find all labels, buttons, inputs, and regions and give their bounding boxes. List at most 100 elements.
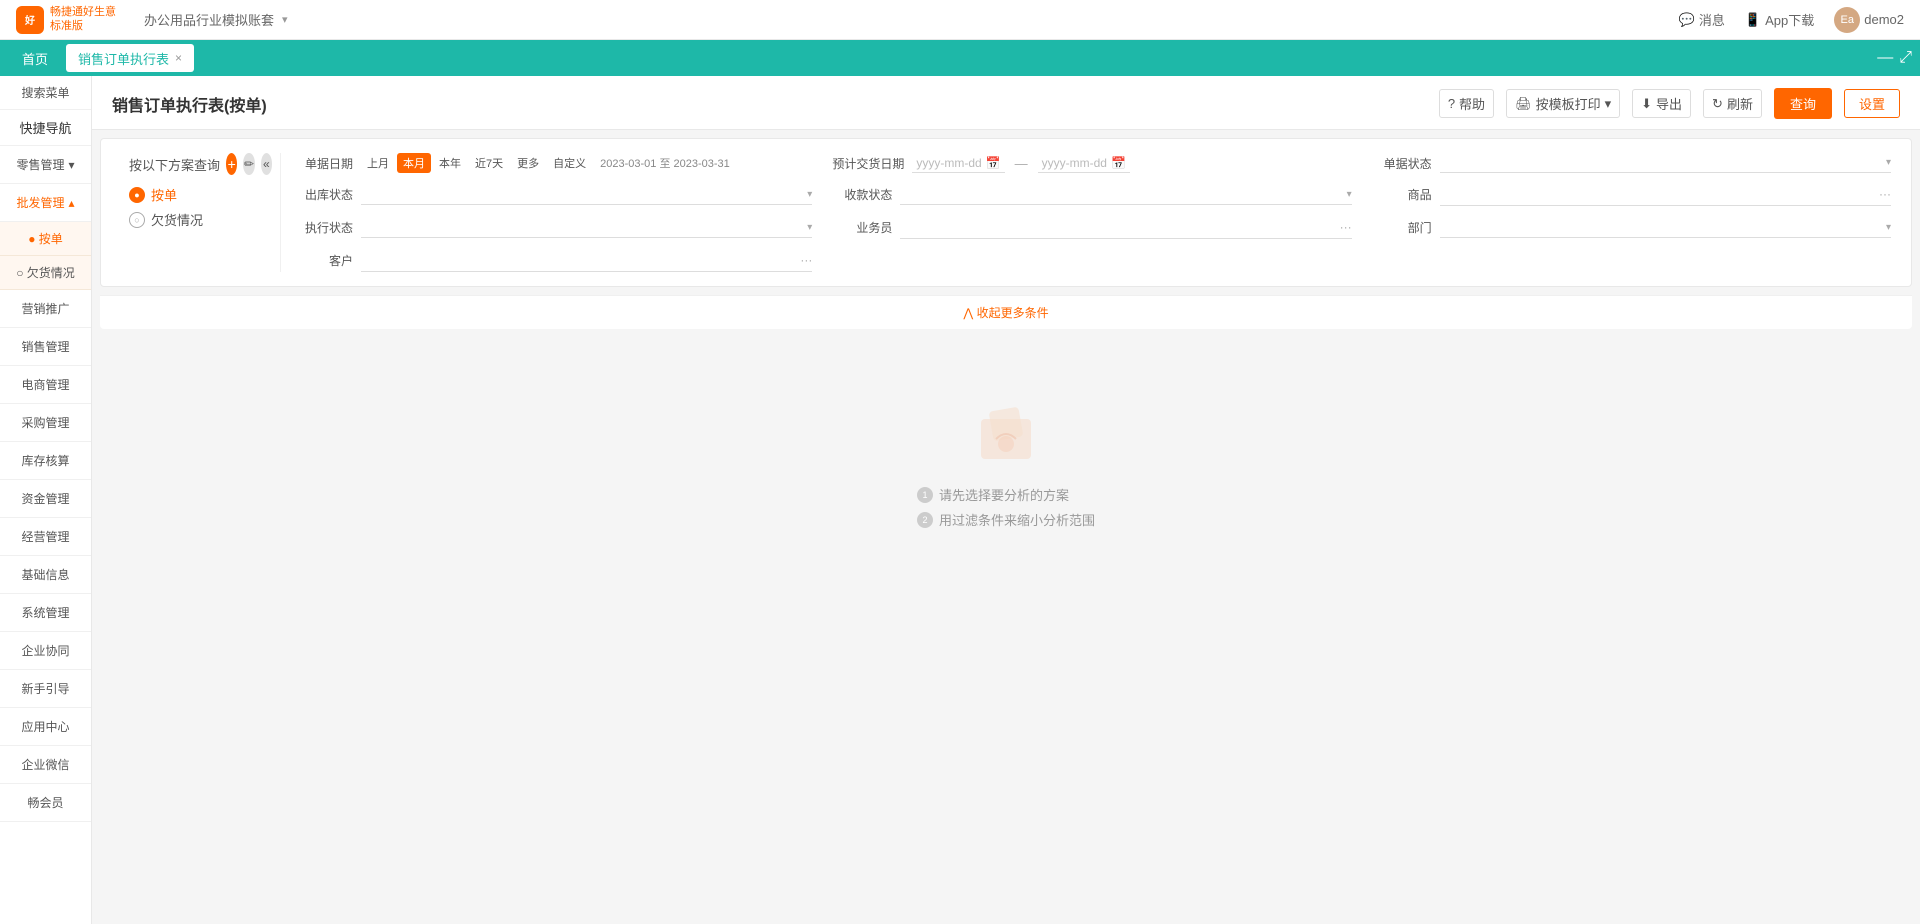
filter-dept: 部门 ▾ — [1372, 216, 1891, 239]
sidebar-item-guide[interactable]: 新手引导 — [0, 670, 91, 708]
expected-date-end-wrap[interactable]: yyyy-mm-dd 📅 — [1038, 154, 1130, 173]
refresh-icon: ↻ — [1712, 96, 1723, 112]
scheme-add-btn[interactable]: + — [226, 153, 237, 175]
settings-btn[interactable]: 设置 — [1844, 89, 1900, 118]
sidebar-item-sales[interactable]: 销售管理 — [0, 328, 91, 366]
scheme-edit-btn[interactable]: ✏ — [243, 153, 254, 175]
filter-product-select[interactable]: ··· — [1440, 183, 1891, 206]
tab-active[interactable]: 销售订单执行表 × — [66, 44, 194, 72]
sidebar-item-operation[interactable]: 经营管理 — [0, 518, 91, 556]
filter-dept-select[interactable]: ▾ — [1440, 218, 1891, 238]
sidebar-search-label[interactable]: 搜索菜单 — [21, 86, 69, 100]
filter-status: 单据状态 ▾ — [1372, 153, 1891, 173]
filter-customer-select[interactable]: ··· — [361, 249, 812, 272]
scheme-order-dot: ● — [129, 187, 145, 203]
empty-icon — [966, 389, 1046, 469]
date-tab-this-month[interactable]: 本月 — [397, 153, 431, 173]
customer-dots-icon[interactable]: ··· — [800, 253, 812, 267]
delivery-caret-icon: ▾ — [807, 189, 812, 200]
export-btn[interactable]: ⬇ 导出 — [1632, 89, 1691, 118]
tab-close-icon[interactable]: × — [175, 51, 182, 65]
topbar: 好 畅捷通好生意 标准版 办公用品行业模拟账套 ▾ 💬 消息 📱 App下载 E… — [0, 0, 1920, 40]
help-btn[interactable]: ? 帮助 — [1439, 89, 1494, 118]
minimize-btn[interactable]: — — [1877, 49, 1893, 67]
scheme-item-order[interactable]: ● 按单 — [129, 185, 272, 204]
avatar: Ea — [1834, 7, 1860, 33]
refresh-btn[interactable]: ↻ 刷新 — [1703, 89, 1762, 118]
sidebar-item-marketing[interactable]: 营销推广 — [0, 290, 91, 328]
empty-tip-2: 2 用过滤条件来缩小分析范围 — [917, 510, 1095, 529]
date-tab-last-month[interactable]: 上月 — [361, 153, 395, 173]
top-dropdown-icon[interactable]: ▾ — [282, 13, 288, 26]
export-icon: ⬇ — [1641, 96, 1652, 112]
sidebar-sub-item-order[interactable]: ● 按单 — [0, 222, 91, 256]
filter-grid-row2: 出库状态 ▾ 收款状态 ▾ — [293, 183, 1891, 206]
scheme-left-panel: 按以下方案查询 + ✏ « ● 按单 ○ 欠货情况 — [121, 153, 281, 272]
sidebar-search[interactable]: 搜索菜单 — [0, 76, 91, 110]
help-icon: ? — [1448, 96, 1455, 111]
date-dash: — — [1015, 156, 1028, 171]
sidebar-item-wechat[interactable]: 企业微信 — [0, 746, 91, 784]
filter-payment-select[interactable]: ▾ — [900, 185, 1351, 205]
sidebar-item-member[interactable]: 畅会员 — [0, 784, 91, 822]
app-download-btn[interactable]: 📱 App下载 — [1745, 10, 1814, 29]
calendar-icon-start: 📅 — [986, 156, 1001, 170]
search-btn[interactable]: 查询 — [1774, 88, 1832, 119]
user-area[interactable]: Ea demo2 — [1834, 7, 1904, 33]
filter-grid-row1: 单据日期 上月 本月 本年 近7天 更多 自定义 20 — [293, 153, 1891, 173]
print-btn[interactable]: 🖨 按模板打印 ▾ — [1506, 89, 1620, 118]
salesperson-dots-icon[interactable]: ··· — [1340, 220, 1352, 234]
logo-icon: 好 — [16, 6, 44, 34]
sidebar-nav[interactable]: 快捷导航 — [0, 110, 91, 146]
empty-tips: 1 请先选择要分析的方案 2 用过滤条件来缩小分析范围 — [917, 485, 1095, 529]
sidebar-item-system[interactable]: 系统管理 — [0, 594, 91, 632]
scheme-collapse-btn[interactable]: « — [261, 153, 272, 175]
empty-state: 1 请先选择要分析的方案 2 用过滤条件来缩小分析范围 — [92, 329, 1920, 589]
date-tab-more[interactable]: 更多 — [511, 153, 545, 173]
filter-salesperson: 业务员 ··· — [832, 216, 1351, 239]
scheme-item-debt[interactable]: ○ 欠货情况 — [129, 210, 272, 229]
filter-customer-label: 客户 — [293, 252, 353, 269]
main-filter-area: 按以下方案查询 + ✏ « ● 按单 ○ 欠货情况 — [121, 153, 1891, 272]
sidebar-item-purchase[interactable]: 采购管理 — [0, 404, 91, 442]
date-tab-this-year[interactable]: 本年 — [433, 153, 467, 173]
expected-date-start-wrap[interactable]: yyyy-mm-dd 📅 — [912, 154, 1004, 173]
filter-salesperson-label: 业务员 — [832, 219, 892, 236]
filter-product: 商品 ··· — [1372, 183, 1891, 206]
sidebar-nav-label[interactable]: 快捷导航 — [19, 121, 71, 136]
sidebar-item-appstore[interactable]: 应用中心 — [0, 708, 91, 746]
sidebar-item-finance[interactable]: 资金管理 — [0, 480, 91, 518]
filter-exec-select[interactable]: ▾ — [361, 218, 812, 238]
content: 销售订单执行表(按单) ? 帮助 🖨 按模板打印 ▾ ⬇ 导出 ↻ 刷新 — [92, 76, 1920, 924]
sidebar: 搜索菜单 快捷导航 零售管理 ▾ 批发管理 ▴ ● 按单 ○ 欠货情况 营销推广 — [0, 76, 92, 924]
sidebar-item-inventory[interactable]: 库存核算 — [0, 442, 91, 480]
scheme-panel-header: 按以下方案查询 + ✏ « — [129, 153, 272, 175]
filter-delivery-select[interactable]: ▾ — [361, 185, 812, 205]
logo-area[interactable]: 好 畅捷通好生意 标准版 — [16, 6, 116, 34]
tip-num-1: 1 — [917, 487, 933, 503]
sidebar-item-basic[interactable]: 基础信息 — [0, 556, 91, 594]
sidebar-item-enterprise[interactable]: 企业协同 — [0, 632, 91, 670]
exec-caret-icon: ▾ — [807, 222, 812, 233]
filter-status-select[interactable]: ▾ — [1440, 153, 1891, 173]
tabbar: 首页 销售订单执行表 × — ⤢ — [0, 40, 1920, 76]
filter-status-label: 单据状态 — [1372, 155, 1432, 172]
message-btn[interactable]: 💬 消息 — [1679, 10, 1725, 29]
download-icon: 📱 — [1745, 12, 1761, 28]
sidebar-item-retail[interactable]: 零售管理 ▾ — [0, 146, 91, 184]
date-tab-custom[interactable]: 自定义 — [547, 153, 592, 173]
date-tab-last7[interactable]: 近7天 — [469, 153, 509, 173]
sidebar-item-wholesale[interactable]: 批发管理 ▴ — [0, 184, 91, 222]
topbar-left: 好 畅捷通好生意 标准版 办公用品行业模拟账套 ▾ — [16, 6, 288, 34]
maximize-btn[interactable]: ⤢ — [1899, 49, 1912, 67]
sidebar-sub-item-debt[interactable]: ○ 欠货情况 — [0, 256, 91, 290]
sidebar-item-ecommerce[interactable]: 电商管理 — [0, 366, 91, 404]
tip-num-2: 2 — [917, 512, 933, 528]
message-icon: 💬 — [1679, 12, 1695, 28]
tab-home[interactable]: 首页 — [8, 44, 62, 72]
filter-payment-label: 收款状态 — [832, 186, 892, 203]
sidebar-sub-menu: ● 按单 ○ 欠货情况 — [0, 222, 91, 290]
filter-salesperson-select[interactable]: ··· — [900, 216, 1351, 239]
collapse-bar[interactable]: ⋀ 收起更多条件 — [100, 295, 1912, 329]
product-dots-icon[interactable]: ··· — [1879, 187, 1891, 201]
